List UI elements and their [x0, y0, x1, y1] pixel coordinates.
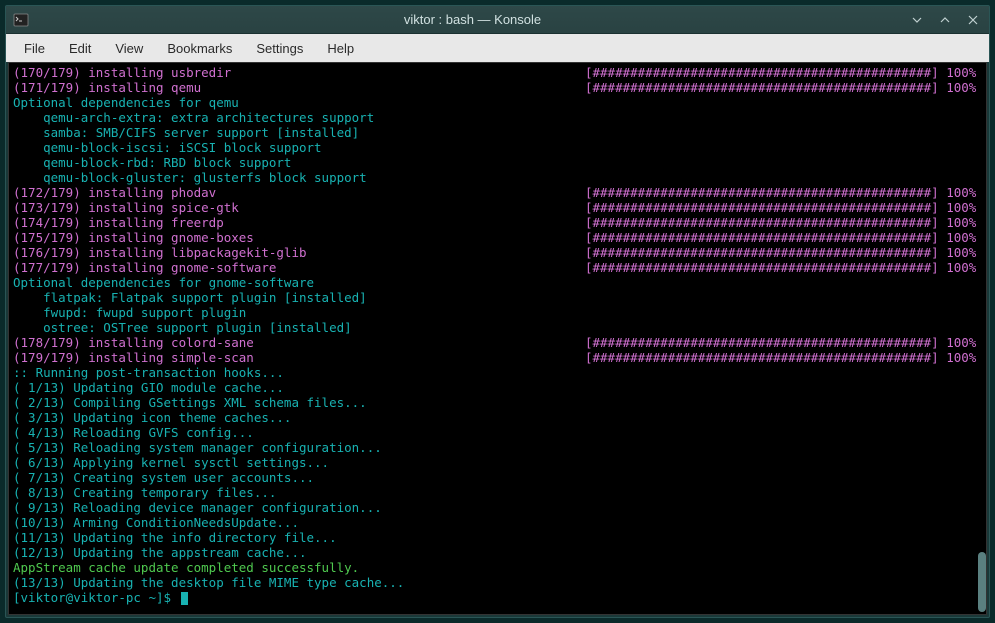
prompt-line[interactable]: [viktor@viktor-pc ~]$ — [13, 590, 982, 605]
terminal-line: qemu-block-iscsi: iSCSI block support — [13, 140, 982, 155]
terminal-line: (11/13) Updating the info directory file… — [13, 530, 982, 545]
terminal-line: :: Running post-transaction hooks... — [13, 365, 982, 380]
app-icon — [12, 11, 30, 29]
shell-prompt: [viktor@viktor-pc ~]$ — [13, 590, 179, 605]
terminal-line: (174/179) installing freerdp [##########… — [13, 215, 982, 230]
terminal-line: (177/179) installing gnome-software [###… — [13, 260, 982, 275]
cursor — [181, 592, 188, 605]
terminal-line: ( 4/13) Reloading GVFS config... — [13, 425, 982, 440]
terminal-line: qemu-arch-extra: extra architectures sup… — [13, 110, 982, 125]
terminal-line: (173/179) installing spice-gtk [########… — [13, 200, 982, 215]
window-controls — [907, 10, 983, 30]
terminal-line: qemu-block-gluster: glusterfs block supp… — [13, 170, 982, 185]
terminal-line: flatpak: Flatpak support plugin [install… — [13, 290, 982, 305]
terminal-line: ( 1/13) Updating GIO module cache... — [13, 380, 982, 395]
terminal-line: ( 7/13) Creating system user accounts... — [13, 470, 982, 485]
terminal-line: fwupd: fwupd support plugin — [13, 305, 982, 320]
terminal-line: ( 9/13) Reloading device manager configu… — [13, 500, 982, 515]
menu-file[interactable]: File — [14, 37, 55, 60]
menu-help[interactable]: Help — [317, 37, 364, 60]
terminal-line: ( 5/13) Reloading system manager configu… — [13, 440, 982, 455]
close-button[interactable] — [963, 10, 983, 30]
menu-bookmarks[interactable]: Bookmarks — [157, 37, 242, 60]
menu-view[interactable]: View — [105, 37, 153, 60]
terminal-line: ostree: OSTree support plugin [installed… — [13, 320, 982, 335]
window-title: viktor : bash — Konsole — [38, 12, 907, 27]
terminal-line: (10/13) Arming ConditionNeedsUpdate... — [13, 515, 982, 530]
terminal-line: (13/13) Updating the desktop file MIME t… — [13, 575, 982, 590]
terminal-line: (12/13) Updating the appstream cache... — [13, 545, 982, 560]
terminal-line: (178/179) installing colord-sane [######… — [13, 335, 982, 350]
scrollbar[interactable] — [976, 63, 986, 614]
terminal-line: (175/179) installing gnome-boxes [######… — [13, 230, 982, 245]
konsole-window: viktor : bash — Konsole File Edit View B… — [5, 5, 990, 618]
terminal-line: ( 6/13) Applying kernel sysctl settings.… — [13, 455, 982, 470]
terminal-line: (172/179) installing phodav [###########… — [13, 185, 982, 200]
terminal-line: samba: SMB/CIFS server support [installe… — [13, 125, 982, 140]
scrollbar-thumb[interactable] — [978, 552, 986, 612]
titlebar[interactable]: viktor : bash — Konsole — [6, 6, 989, 34]
maximize-button[interactable] — [935, 10, 955, 30]
minimize-button[interactable] — [907, 10, 927, 30]
terminal-line: qemu-block-rbd: RBD block support — [13, 155, 982, 170]
terminal-line: AppStream cache update completed success… — [13, 560, 982, 575]
terminal-line: (171/179) installing qemu [#############… — [13, 80, 982, 95]
menu-edit[interactable]: Edit — [59, 37, 101, 60]
terminal-line: (170/179) installing usbredir [#########… — [13, 65, 982, 80]
terminal-line: ( 3/13) Updating icon theme caches... — [13, 410, 982, 425]
terminal-line: Optional dependencies for qemu — [13, 95, 982, 110]
menubar: File Edit View Bookmarks Settings Help — [6, 34, 989, 62]
terminal-viewport[interactable]: (170/179) installing usbredir [#########… — [8, 62, 987, 615]
terminal-line: ( 2/13) Compiling GSettings XML schema f… — [13, 395, 982, 410]
terminal-line: (179/179) installing simple-scan [######… — [13, 350, 982, 365]
menu-settings[interactable]: Settings — [246, 37, 313, 60]
terminal-line: Optional dependencies for gnome-software — [13, 275, 982, 290]
terminal-line: (176/179) installing libpackagekit-glib … — [13, 245, 982, 260]
terminal-line: ( 8/13) Creating temporary files... — [13, 485, 982, 500]
